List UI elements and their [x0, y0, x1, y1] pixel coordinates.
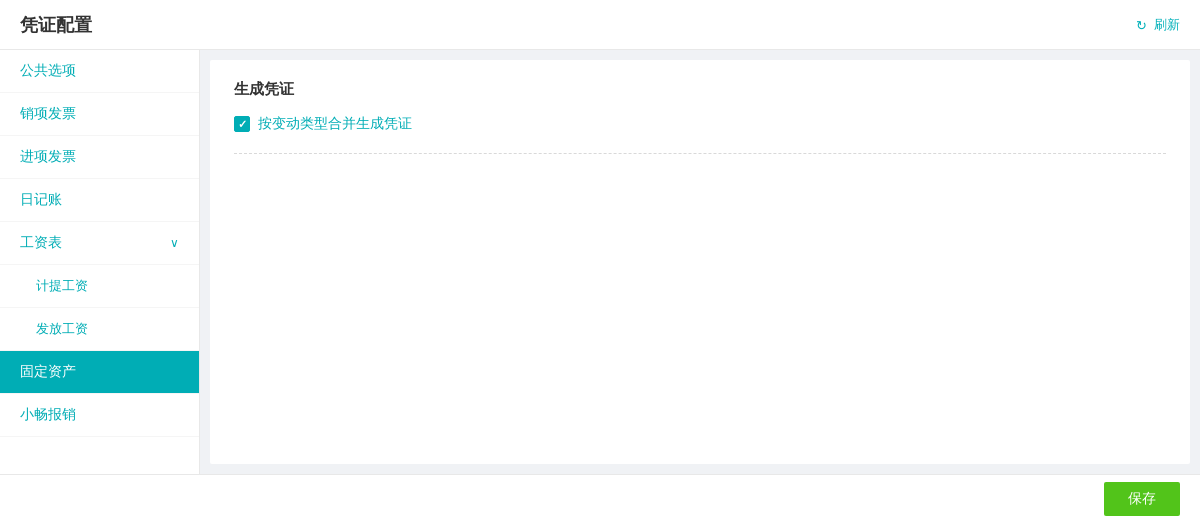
sidebar-item-expense-report[interactable]: 小畅报销 [0, 394, 199, 437]
sidebar-item-payroll[interactable]: 工资表 ∨ [0, 222, 199, 265]
sidebar-label-calc-payroll: 计提工资 [36, 277, 88, 295]
sidebar-label-purchase-invoice: 进项发票 [20, 148, 76, 166]
chevron-down-icon: ∨ [170, 236, 179, 250]
sidebar-item-calc-payroll[interactable]: 计提工资 [0, 265, 199, 308]
sidebar-item-public-options[interactable]: 公共选项 [0, 50, 199, 93]
merge-by-type-label[interactable]: 按变动类型合并生成凭证 [258, 115, 412, 133]
sidebar-label-payroll: 工资表 [20, 234, 62, 252]
merge-by-type-checkbox[interactable] [234, 116, 250, 132]
refresh-label: 刷新 [1154, 16, 1180, 34]
sidebar-label-fixed-assets: 固定资产 [20, 363, 76, 381]
checkbox-row: 按变动类型合并生成凭证 [234, 115, 1166, 133]
sidebar-label-public-options: 公共选项 [20, 62, 76, 80]
section-title: 生成凭证 [234, 80, 1166, 99]
page-title: 凭证配置 [20, 13, 92, 37]
sidebar-label-distribute-payroll: 发放工资 [36, 320, 88, 338]
sidebar-item-journal[interactable]: 日记账 [0, 179, 199, 222]
sidebar-item-sales-invoice[interactable]: 销项发票 [0, 93, 199, 136]
sidebar-label-expense-report: 小畅报销 [20, 406, 76, 424]
sidebar-item-fixed-assets[interactable]: 固定资产 [0, 351, 199, 394]
sidebar-item-purchase-invoice[interactable]: 进项发票 [0, 136, 199, 179]
sidebar-label-sales-invoice: 销项发票 [20, 105, 76, 123]
main-layout: 公共选项销项发票进项发票日记账工资表 ∨ 计提工资发放工资固定资产小畅报销 生成凭证… [0, 50, 1200, 474]
sidebar: 公共选项销项发票进项发票日记账工资表 ∨ 计提工资发放工资固定资产小畅报销 [0, 50, 200, 474]
page-header: 凭证配置 ↻ 刷新 [0, 0, 1200, 50]
page-footer: 保存 [0, 474, 1200, 522]
sidebar-label-journal: 日记账 [20, 191, 62, 209]
refresh-icon: ↻ [1136, 18, 1150, 32]
refresh-button[interactable]: ↻ 刷新 [1136, 16, 1180, 34]
content-area: 生成凭证 按变动类型合并生成凭证 [210, 60, 1190, 464]
save-button[interactable]: 保存 [1104, 482, 1180, 516]
sidebar-item-distribute-payroll[interactable]: 发放工资 [0, 308, 199, 351]
section-divider [234, 153, 1166, 154]
